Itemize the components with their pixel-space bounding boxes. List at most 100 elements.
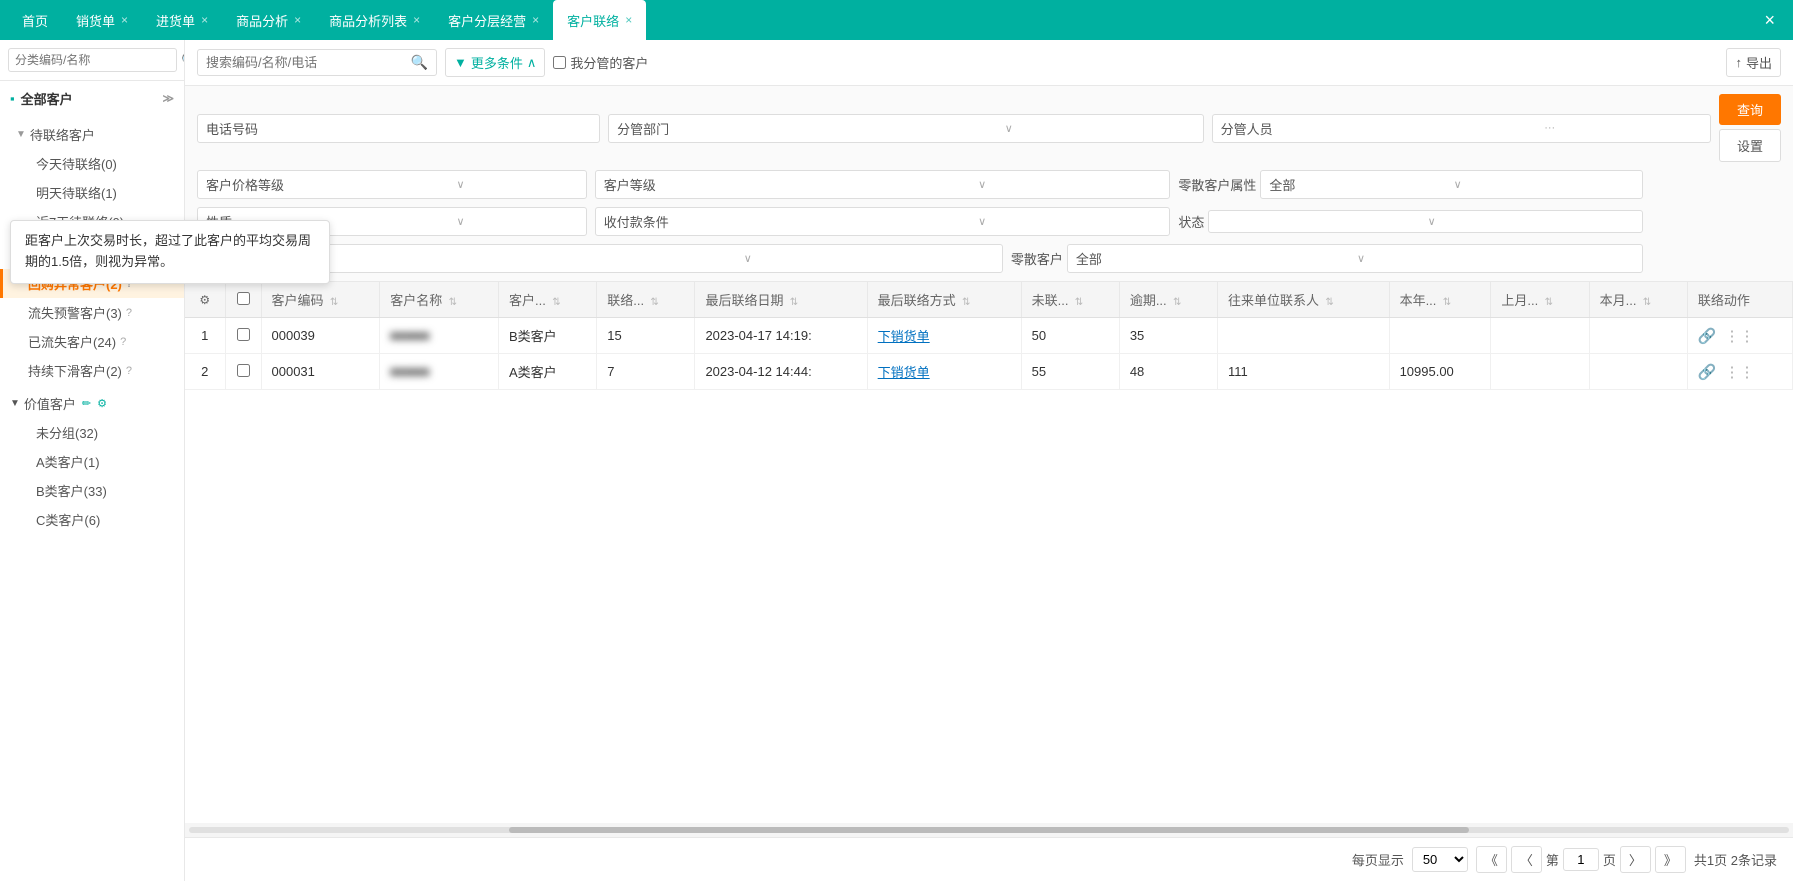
row1-actions: 🔗 ⋮⋮ (1687, 318, 1792, 354)
sidebar-item-lost-pre[interactable]: 流失预警客户(3) ? (0, 298, 184, 327)
nav-customer-layer-close[interactable]: × (532, 13, 539, 27)
col-name[interactable]: 客户名称 ⇅ (380, 282, 499, 318)
page-input[interactable] (1563, 848, 1599, 871)
status-select[interactable]: ∨ (1208, 210, 1643, 233)
page-label: 第 (1546, 850, 1559, 869)
sidebar-item-today[interactable]: 今天待联络(0) (0, 149, 184, 178)
sort-year-icon: ⇅ (1443, 297, 1451, 308)
row2-last-month (1491, 354, 1589, 390)
more-filter-btn[interactable]: ▼ 更多条件 ∧ (445, 48, 545, 77)
prev-page-btn[interactable]: 〈 (1511, 846, 1542, 873)
table-wrapper: ⚙ 客户编码 ⇅ 客户名称 ⇅ 客户... ⇅ (185, 282, 1793, 823)
row2-menu-icon[interactable]: ⋮⋮ (1725, 363, 1755, 381)
col-this-year[interactable]: 本年... ⇅ (1389, 282, 1491, 318)
nav-analysis-list-close[interactable]: × (413, 13, 420, 27)
nav-customer-contact[interactable]: 客户联络 × (553, 0, 646, 40)
col-contacts[interactable]: 往来单位联系人 ⇅ (1218, 282, 1390, 318)
value-group-edit-icon[interactable]: ✏ (82, 397, 91, 410)
col-no-contact[interactable]: 未联... ⇅ (1021, 282, 1119, 318)
customer-grade-field[interactable]: 客户等级 ∨ (595, 170, 1171, 199)
all-customers-header[interactable]: ▪ 全部客户 ≫ (0, 81, 184, 116)
settings-button[interactable]: 设置 (1719, 129, 1781, 162)
main-search-input[interactable] (206, 55, 407, 70)
retail-customer-select[interactable]: 全部 ∨ (1067, 244, 1643, 273)
col-last-method[interactable]: 最后联络方式 ⇅ (867, 282, 1021, 318)
row1-menu-icon[interactable]: ⋮⋮ (1725, 327, 1755, 345)
row1-code[interactable]: 000039 (261, 318, 380, 354)
pagination-row: 每页显示 50 100 200 《 〈 第 页 〉 》 共1页 2条记录 (185, 837, 1793, 881)
row2-name[interactable]: ■■■■■ (380, 354, 499, 390)
value-group-header[interactable]: ▼ 价值客户 ✏ ⚙ (0, 389, 184, 418)
filter-row-2: 客户价格等级 ∨ 客户等级 ∨ 零散客户属性 全部 ∨ (197, 170, 1781, 199)
scrollbar-thumb[interactable] (509, 827, 1469, 833)
row2-code[interactable]: 000031 (261, 354, 380, 390)
col-gear[interactable]: ⚙ (185, 282, 225, 318)
sort-code-icon: ⇅ (330, 297, 338, 308)
nav-home[interactable]: 首页 (8, 0, 62, 40)
sidebar-item-continuous-drop[interactable]: 持续下滑客户(2) ? (0, 356, 184, 385)
nav-purchase-close[interactable]: × (201, 13, 208, 27)
row2-link-icon[interactable]: 🔗 (1698, 363, 1717, 381)
price-grade-field[interactable]: 客户价格等级 ∨ (197, 170, 587, 199)
retail-customer-row: 零散客户 全部 ∨ (1011, 244, 1643, 273)
search-wrap: 🔍 (197, 49, 437, 76)
row1-check[interactable] (225, 318, 261, 354)
nav-customer-contact-close[interactable]: × (625, 13, 632, 27)
customer-type-caret: ∨ (744, 252, 994, 265)
next-page-btn[interactable]: 〉 (1620, 846, 1651, 873)
retail-attr-select[interactable]: 全部 ∨ (1260, 170, 1643, 199)
col-contact-count[interactable]: 联络... ⇅ (597, 282, 695, 318)
row2-check[interactable] (225, 354, 261, 390)
select-all-checkbox[interactable] (237, 292, 250, 305)
row1-name[interactable]: ■■■■■ (380, 318, 499, 354)
query-button[interactable]: 查询 (1719, 94, 1781, 125)
col-this-month[interactable]: 本月... ⇅ (1589, 282, 1687, 318)
nav-sales-close[interactable]: × (121, 13, 128, 27)
nav-analysis[interactable]: 商品分析 × (222, 0, 315, 40)
value-group: ▼ 价值客户 ✏ ⚙ 未分组(32) A类客户(1) B类客户(33) C类客户… (0, 385, 184, 538)
close-all-tabs[interactable]: × (1754, 10, 1785, 31)
col-overdue[interactable]: 逾期... ⇅ (1119, 282, 1217, 318)
main-search-icon[interactable]: 🔍 (411, 54, 428, 71)
sidebar-item-ungroup[interactable]: 未分组(32) (0, 418, 184, 447)
payment-field[interactable]: 收付款条件 ∨ (595, 207, 1171, 236)
nav-purchase[interactable]: 进货单 × (142, 0, 222, 40)
col-code[interactable]: 客户编码 ⇅ (261, 282, 380, 318)
dept-field[interactable]: 分管部门 ∨ (608, 114, 1204, 143)
sidebar-item-lost[interactable]: 已流失客户(24) ? (0, 327, 184, 356)
sidebar-item-a-class[interactable]: A类客户(1) (0, 447, 184, 476)
my-customer-check[interactable]: 我分管的客户 (553, 53, 648, 72)
first-page-btn[interactable]: 《 (1476, 846, 1507, 873)
nav-analysis-close[interactable]: × (294, 13, 301, 27)
per-page-select[interactable]: 50 100 200 (1412, 847, 1468, 872)
customer-type-field[interactable]: 客户类型 ∨ (226, 244, 1003, 273)
pending-group-title[interactable]: ▼ 待联络客户 (0, 120, 184, 149)
person-field[interactable]: 分管人员 ··· (1212, 114, 1711, 143)
row1-link-icon[interactable]: 🔗 (1698, 327, 1717, 345)
sidebar-search-input[interactable] (8, 48, 177, 72)
sidebar-item-b-class[interactable]: B类客户(33) (0, 476, 184, 505)
lost-info-icon: ? (120, 336, 126, 348)
nav-customer-layer[interactable]: 客户分层经营 × (434, 0, 553, 40)
row1-last-method[interactable]: 下销货单 (867, 318, 1021, 354)
phone-field[interactable]: 电话号码 (197, 114, 600, 143)
value-group-settings-icon[interactable]: ⚙ (97, 397, 107, 410)
col-last-month[interactable]: 上月... ⇅ (1491, 282, 1589, 318)
sidebar-item-tomorrow[interactable]: 明天待联络(1) (0, 178, 184, 207)
horizontal-scrollbar[interactable] (185, 823, 1793, 837)
gender-caret: ∨ (457, 215, 578, 228)
export-btn[interactable]: ↑ 导出 (1726, 48, 1781, 77)
col-cust-type[interactable]: 客户... ⇅ (499, 282, 597, 318)
nav-analysis-list[interactable]: 商品分析列表 × (315, 0, 434, 40)
filter-row-4: ... 客户类型 ∨ 零散客户 全部 ∨ (197, 244, 1781, 273)
col-last-date[interactable]: 最后联络日期 ⇅ (695, 282, 867, 318)
my-customer-checkbox[interactable] (553, 56, 566, 69)
price-grade-caret: ∨ (457, 178, 578, 191)
filter-row-3: 性质 ∨ 收付款条件 ∨ 状态 ∨ (197, 207, 1781, 236)
nav-sales[interactable]: 销货单 × (62, 0, 142, 40)
sidebar-item-c-class[interactable]: C类客户(6) (0, 505, 184, 534)
row2-last-method[interactable]: 下销货单 (867, 354, 1021, 390)
per-page-label: 每页显示 (1352, 850, 1404, 869)
last-page-btn[interactable]: 》 (1655, 846, 1686, 873)
sort-name-icon: ⇅ (449, 297, 457, 308)
